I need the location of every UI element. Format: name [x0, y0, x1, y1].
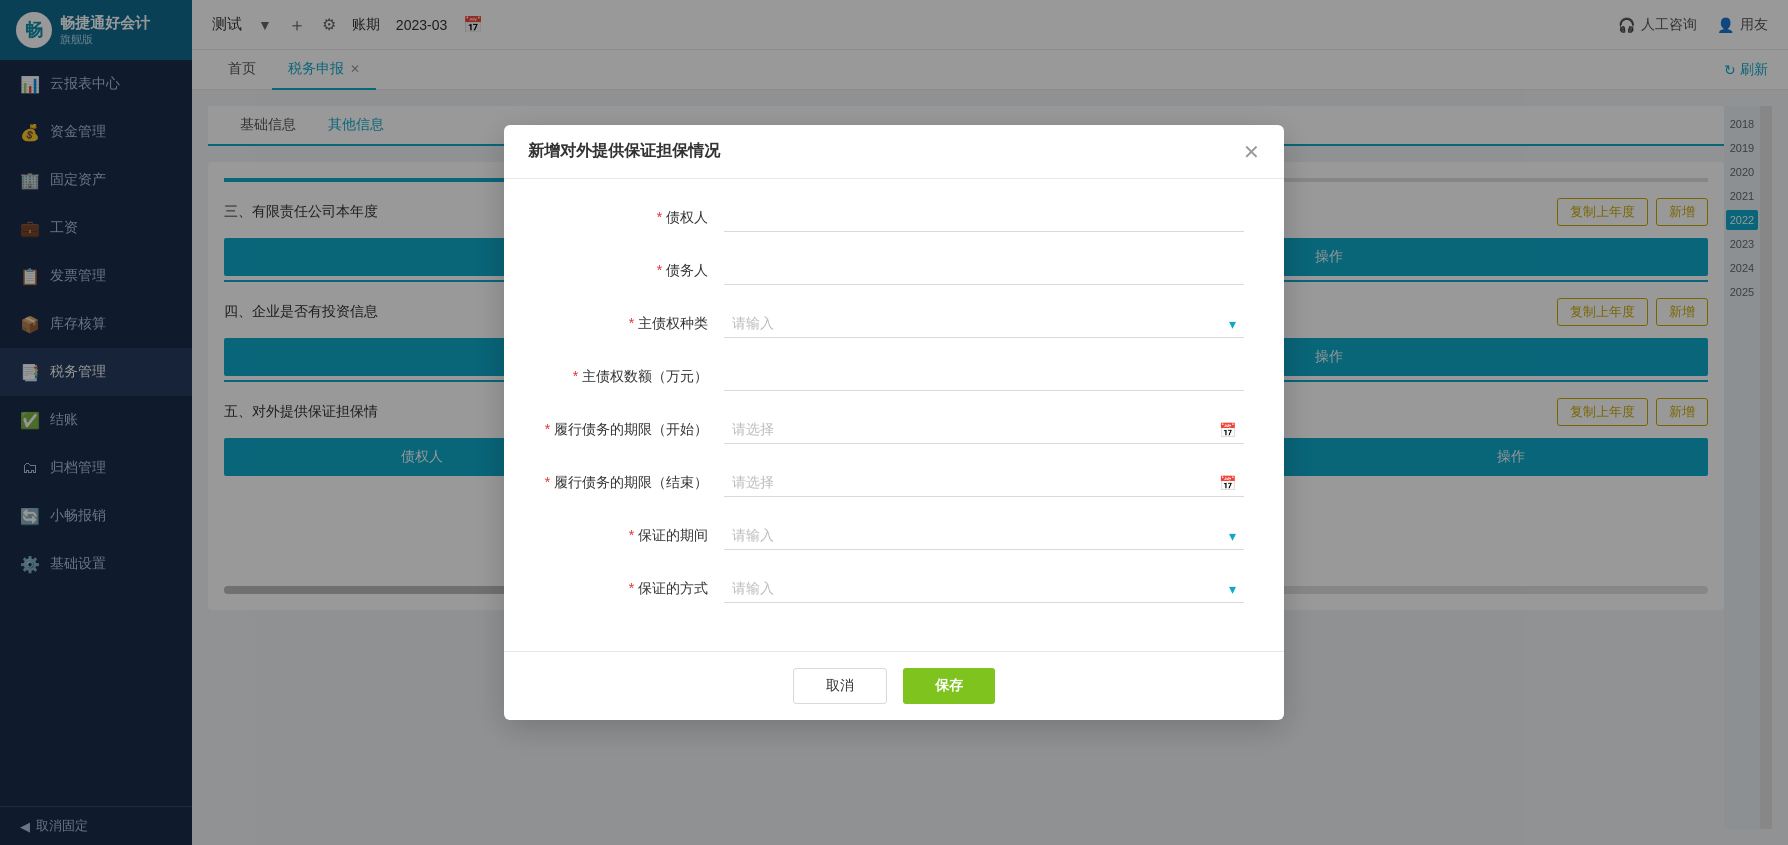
save-button[interactable]: 保存 [903, 668, 995, 704]
debtor-label: * 债务人 [544, 262, 724, 280]
debt-type-label: * 主债权种类 [544, 315, 724, 333]
required-mark-8: * [629, 580, 634, 596]
period-end-control: 📅 [724, 468, 1244, 497]
creditor-label: * 债权人 [544, 209, 724, 227]
period-end-label: * 履行债务的期限（结束） [544, 474, 724, 492]
modal-dialog: 新增对外提供保证担保情况 ✕ * 债权人 * 债务人 [504, 125, 1284, 720]
guarantee-period-input[interactable] [724, 521, 1244, 550]
period-end-input[interactable] [724, 468, 1244, 497]
form-row-guarantee-period: * 保证的期间 ▾ [544, 521, 1244, 550]
required-mark-6: * [545, 474, 550, 490]
period-start-label: * 履行债务的期限（开始） [544, 421, 724, 439]
form-row-creditor: * 债权人 [544, 203, 1244, 232]
form-row-debt-type: * 主债权种类 ▾ [544, 309, 1244, 338]
debt-amount-label: * 主债权数额（万元） [544, 368, 724, 386]
form-row-period-start: * 履行债务的期限（开始） 📅 [544, 415, 1244, 444]
form-row-period-end: * 履行债务的期限（结束） 📅 [544, 468, 1244, 497]
guarantee-period-label: * 保证的期间 [544, 527, 724, 545]
period-start-input[interactable] [724, 415, 1244, 444]
modal-title: 新增对外提供保证担保情况 [528, 141, 720, 162]
debtor-control [724, 256, 1244, 285]
debt-type-input[interactable] [724, 309, 1244, 338]
guarantee-method-control: ▾ [724, 574, 1244, 603]
modal-overlay[interactable]: 新增对外提供保证担保情况 ✕ * 债权人 * 债务人 [0, 0, 1788, 845]
debt-type-control: ▾ [724, 309, 1244, 338]
modal-header: 新增对外提供保证担保情况 ✕ [504, 125, 1284, 179]
debtor-input[interactable] [724, 256, 1244, 285]
form-row-debtor: * 债务人 [544, 256, 1244, 285]
debt-amount-control [724, 362, 1244, 391]
required-mark: * [657, 209, 662, 225]
required-mark-3: * [629, 315, 634, 331]
required-mark-4: * [573, 368, 578, 384]
creditor-control [724, 203, 1244, 232]
required-mark-7: * [629, 527, 634, 543]
period-start-control: 📅 [724, 415, 1244, 444]
guarantee-period-control: ▾ [724, 521, 1244, 550]
creditor-input[interactable] [724, 203, 1244, 232]
guarantee-method-label: * 保证的方式 [544, 580, 724, 598]
required-mark-5: * [545, 421, 550, 437]
modal-footer: 取消 保存 [504, 651, 1284, 720]
modal-close-btn[interactable]: ✕ [1243, 142, 1260, 162]
form-row-debt-amount: * 主债权数额（万元） [544, 362, 1244, 391]
debt-amount-input[interactable] [724, 362, 1244, 391]
form-row-guarantee-method: * 保证的方式 ▾ [544, 574, 1244, 603]
cancel-button[interactable]: 取消 [793, 668, 887, 704]
modal-body: * 债权人 * 债务人 * [504, 179, 1284, 651]
guarantee-method-input[interactable] [724, 574, 1244, 603]
required-mark-2: * [657, 262, 662, 278]
